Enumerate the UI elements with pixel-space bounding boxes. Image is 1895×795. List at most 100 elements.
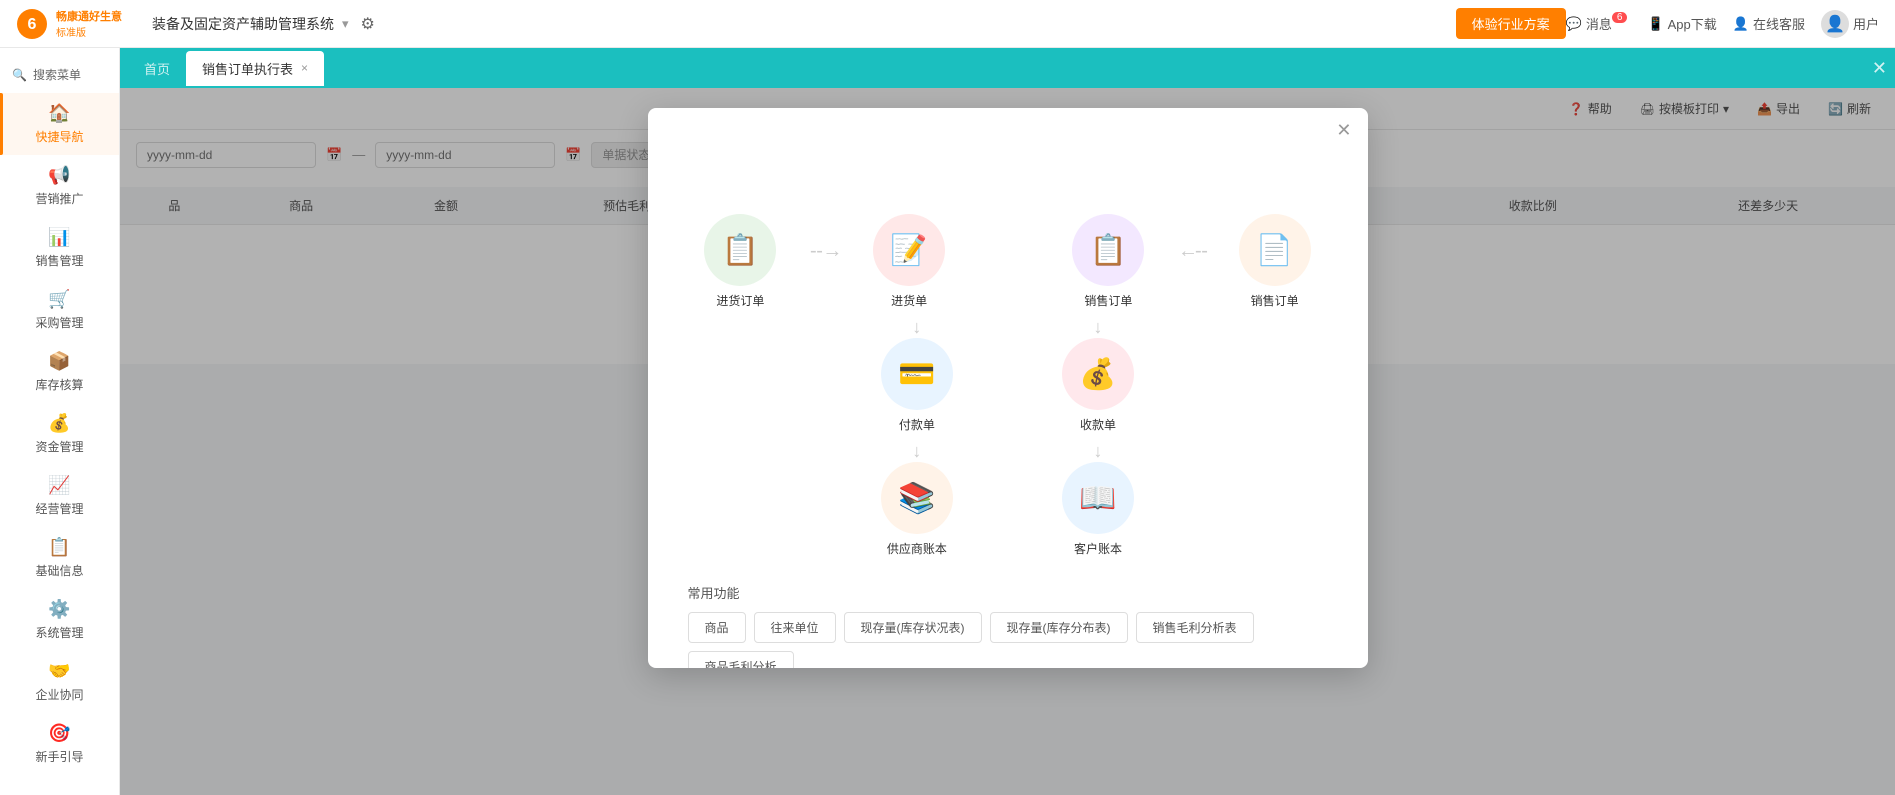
sidebar-item-label-home: 快捷导航 <box>35 128 83 145</box>
guide-icon: 🎯 <box>48 723 70 744</box>
basic-info-icon: 📋 <box>48 537 70 558</box>
logo-text: 畅康通好生意 标准版 <box>56 8 122 39</box>
online-service-label: 在线客服 <box>1753 14 1805 33</box>
marketing-icon: 📢 <box>48 165 70 186</box>
sidebar-item-label-guide: 新手引导 <box>35 748 83 765</box>
sidebar-item-marketing[interactable]: 📢 营销推广 <box>0 155 119 217</box>
flow-layout: 📋 进货订单 - - → 📝 进货单 <box>688 214 1328 573</box>
sidebar-item-label-system: 系统管理 <box>35 624 83 641</box>
sidebar-item-label-purchase: 采购管理 <box>35 314 83 331</box>
customer-label: 客户账本 <box>1074 540 1122 557</box>
svg-text:6: 6 <box>28 16 37 33</box>
customer-circle: 📖 <box>1062 462 1134 534</box>
sidebar-item-label-basic-info: 基础信息 <box>35 562 83 579</box>
sidebar: 🔍 搜索菜单 🏠 快捷导航 📢 营销推广 📊 销售管理 🛒 采购管理 📦 库存核… <box>0 48 120 795</box>
tab-home[interactable]: 首页 <box>128 51 186 86</box>
sidebar-item-basic-info[interactable]: 📋 基础信息 <box>0 527 119 589</box>
func-btn-sales-profit[interactable]: 销售毛利分析表 <box>1136 612 1254 643</box>
func-btn-product-profit[interactable]: 商品毛利分析 <box>688 651 794 668</box>
sidebar-item-home[interactable]: 🏠 快捷导航 <box>0 93 119 155</box>
purchase-order-node[interactable]: 📋 进货订单 <box>704 214 776 309</box>
down-arrow-purchase: ↓ <box>881 317 953 338</box>
online-service-btn[interactable]: 👤 在线客服 <box>1733 14 1805 33</box>
sales-receipt-circle: 📄 <box>1239 214 1311 286</box>
download-icon: 📱 <box>1647 16 1663 32</box>
collab-icon: 🤝 <box>48 661 70 682</box>
payment-node[interactable]: 💳 付款单 <box>881 338 953 433</box>
user-name: 用户 <box>1853 14 1879 33</box>
flow-down-arrows-2: ↓ ↓ <box>688 441 1328 462</box>
close-all-btn[interactable]: ✕ <box>1872 58 1887 79</box>
app-download-btn[interactable]: 📱 App下载 <box>1647 14 1716 33</box>
purchase-receipt-label: 进货单 <box>891 292 927 309</box>
message-btn[interactable]: 💬 消息 6 <box>1566 14 1632 33</box>
sidebar-item-label-collab: 企业协同 <box>35 686 83 703</box>
sidebar-item-guide[interactable]: 🎯 新手引导 <box>0 713 119 775</box>
tab-bar: 首页 销售订单执行表 × ✕ <box>120 48 1895 88</box>
sidebar-item-purchase[interactable]: 🛒 采购管理 <box>0 279 119 341</box>
flow-diagram <box>688 138 1328 198</box>
down-arrow-payment: ↓ <box>881 441 953 462</box>
sidebar-item-label-sales: 销售管理 <box>35 252 83 269</box>
top-bar: 6 畅康通好生意 标准版 装备及固定资产辅助管理系统 ▾ ⚙ 体验行业方案 💬 … <box>0 0 1895 48</box>
common-functions-title: 常用功能 <box>688 583 1328 602</box>
system-title-area: 装备及固定资产辅助管理系统 ▾ ⚙ <box>136 14 1444 34</box>
modal-close-btn[interactable]: ✕ <box>1336 120 1351 141</box>
sidebar-item-collab[interactable]: 🤝 企业协同 <box>0 651 119 713</box>
sales-order-label: 销售订单 <box>1084 292 1132 309</box>
arrow-sales: ←- - <box>1178 240 1205 263</box>
home-icon: 🏠 <box>48 103 70 124</box>
logo-icon: 6 <box>16 8 48 40</box>
func-btn-product[interactable]: 商品 <box>688 612 746 643</box>
flow-row-1: 📋 进货订单 - - → 📝 进货单 <box>688 214 1328 309</box>
modal: ✕ <box>648 108 1368 668</box>
management-icon: 📈 <box>48 475 70 496</box>
purchase-receipt-node[interactable]: 📝 进货单 <box>873 214 945 309</box>
user-area[interactable]: 👤 用户 <box>1821 10 1879 38</box>
tab-current[interactable]: 销售订单执行表 × <box>186 51 324 86</box>
purchase-receipt-circle: 📝 <box>873 214 945 286</box>
system-icon: ⚙️ <box>48 599 70 620</box>
sidebar-item-management[interactable]: 📈 经营管理 <box>0 465 119 527</box>
func-btn-stock-status[interactable]: 现存量(库存状况表) <box>844 612 982 643</box>
sidebar-item-label-finance: 资金管理 <box>35 438 83 455</box>
arrow-purchase: - - → <box>810 240 839 263</box>
settings-icon[interactable]: ⚙ <box>361 14 375 34</box>
payment-circle: 💳 <box>881 338 953 410</box>
supplier-account-node[interactable]: 📚 供应商账本 <box>881 462 953 557</box>
service-icon: 👤 <box>1733 16 1749 32</box>
top-right: 💬 消息 6 📱 App下载 👤 在线客服 👤 用户 <box>1566 10 1879 38</box>
payment-label: 付款单 <box>899 416 935 433</box>
sales-order-node[interactable]: 📋 销售订单 <box>1072 214 1144 309</box>
message-label: 消息 <box>1586 14 1612 33</box>
message-icon: 💬 <box>1566 16 1582 32</box>
sidebar-item-finance[interactable]: 💰 资金管理 <box>0 403 119 465</box>
tab-close-icon[interactable]: × <box>301 61 308 75</box>
func-btn-counterparty[interactable]: 往来单位 <box>754 612 836 643</box>
content-area: 首页 销售订单执行表 × ✕ ❓ 帮助 🖨 按模板打印 ▾ <box>120 48 1895 795</box>
down-arrow-sales: ↓ <box>1062 317 1134 338</box>
customer-account-node[interactable]: 📖 客户账本 <box>1062 462 1134 557</box>
sales-receipt-node[interactable]: 📄 销售订单 <box>1239 214 1311 309</box>
purchase-order-circle: 📋 <box>704 214 776 286</box>
common-functions: 常用功能 商品 往来单位 现存量(库存状况表) 现存量(库存分布表) 销售毛利分… <box>688 583 1328 668</box>
func-btn-stock-dist[interactable]: 现存量(库存分布表) <box>990 612 1128 643</box>
main-layout: 🔍 搜索菜单 🏠 快捷导航 📢 营销推广 📊 销售管理 🛒 采购管理 📦 库存核… <box>0 48 1895 795</box>
sidebar-item-system[interactable]: ⚙️ 系统管理 <box>0 589 119 651</box>
receipt-node[interactable]: 💰 收款单 <box>1062 338 1134 433</box>
system-title-text: 装备及固定资产辅助管理系统 <box>152 14 334 34</box>
search-menu[interactable]: 🔍 搜索菜单 <box>0 56 119 93</box>
supplier-label: 供应商账本 <box>887 540 947 557</box>
try-btn[interactable]: 体验行业方案 <box>1456 8 1566 39</box>
dropdown-icon[interactable]: ▾ <box>342 16 349 32</box>
purchase-order-label: 进货订单 <box>716 292 764 309</box>
func-buttons: 商品 往来单位 现存量(库存状况表) 现存量(库存分布表) 销售毛利分析表 商品… <box>688 612 1328 668</box>
search-menu-label: 搜索菜单 <box>33 66 81 83</box>
flow-row-3: 📚 供应商账本 📖 客户账本 <box>688 462 1328 557</box>
sidebar-item-label-inventory: 库存核算 <box>35 376 83 393</box>
purchase-icon: 🛒 <box>48 289 70 310</box>
flow-down-arrows-1: ↓ ↓ <box>688 317 1328 338</box>
logo-area: 6 畅康通好生意 标准版 <box>16 8 136 40</box>
sidebar-item-inventory[interactable]: 📦 库存核算 <box>0 341 119 403</box>
sidebar-item-sales[interactable]: 📊 销售管理 <box>0 217 119 279</box>
